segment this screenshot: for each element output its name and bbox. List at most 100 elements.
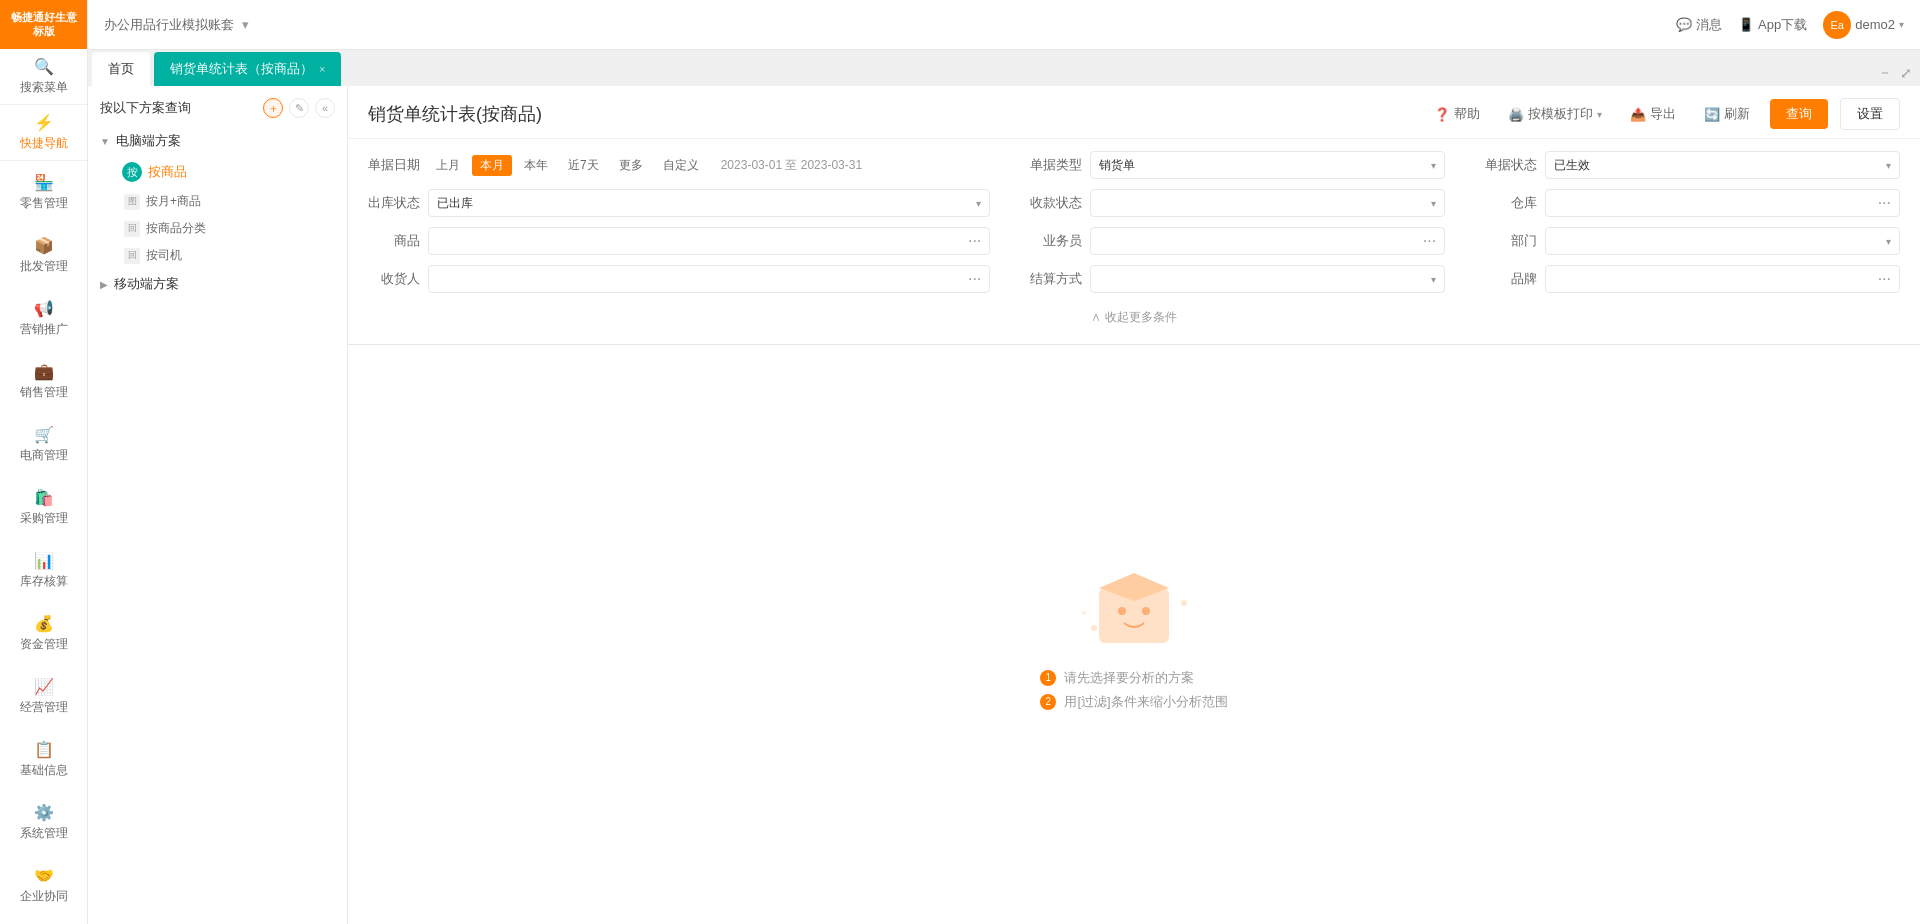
print-btn[interactable]: 🖨️ 按模板打印 ▾ [1500, 101, 1610, 127]
consignee-more-icon[interactable]: ··· [968, 270, 981, 288]
tab-active[interactable]: 销货单统计表（按商品） × [154, 52, 341, 86]
brand-more-icon[interactable]: ··· [1878, 270, 1891, 288]
brand-input[interactable]: ··· [1545, 265, 1900, 293]
filter-consignee: 收货人 ··· [368, 265, 990, 293]
sidebar-item-inventory[interactable]: 📊 库存核算 [0, 539, 87, 602]
filter-payment: 结算方式 ▾ [1030, 265, 1445, 293]
warehouse-more-icon[interactable]: ··· [1878, 194, 1891, 212]
refresh-btn[interactable]: 🔄 刷新 [1696, 101, 1758, 127]
export-btn[interactable]: 📤 导出 [1622, 101, 1684, 127]
sidebar-item-corp[interactable]: 🤝 企业协同 [0, 854, 87, 917]
warehouse-input[interactable]: ··· [1545, 189, 1900, 217]
date-pill-7days[interactable]: 近7天 [560, 155, 607, 176]
date-pill-thisyear[interactable]: 本年 [516, 155, 556, 176]
add-scheme-btn[interactable]: ＋ [263, 98, 283, 118]
export-icon: 📤 [1630, 107, 1646, 122]
date-pill-custom[interactable]: 自定义 [655, 155, 707, 176]
sidebar-item-retail[interactable]: 🏪 零售管理 [0, 161, 87, 224]
goods-input[interactable]: ··· [428, 227, 990, 255]
message-label: 消息 [1696, 16, 1722, 34]
sidebar-purchase-label: 采购管理 [20, 510, 68, 527]
receiptstatus-label: 收款状态 [1030, 194, 1082, 212]
page-header: 销货单统计表(按商品) ❓ 帮助 🖨️ 按模板打印 ▾ 📤 导出 [348, 86, 1920, 139]
sidebar-item-system[interactable]: ⚙️ 系统管理 [0, 791, 87, 854]
date-pill-lastmonth[interactable]: 上月 [428, 155, 468, 176]
sidebar-item-ecommerce[interactable]: 🛒 电商管理 [0, 413, 87, 476]
staff-more-icon[interactable]: ··· [1423, 232, 1436, 250]
tree-arrow-pc: ▼ [100, 136, 110, 147]
content-area: 按以下方案查询 ＋ ✎ « ▼ 电脑端方案 按 按商品 图 按月+商品 [88, 86, 1920, 924]
sidebar-item-basic[interactable]: 📋 基础信息 [0, 728, 87, 791]
empty-hint-1: 1 请先选择要分析的方案 [1040, 669, 1227, 687]
date-pill-more[interactable]: 更多 [611, 155, 651, 176]
page-title: 销货单统计表(按商品) [368, 102, 542, 126]
consignee-input[interactable]: ··· [428, 265, 990, 293]
topbar-left: 办公用品行业模拟账套 ▾ [104, 16, 249, 34]
tree-child-by-category[interactable]: 回 按商品分类 [112, 215, 347, 242]
tree-section-mobile[interactable]: ▶ 移动端方案 [88, 269, 347, 299]
outstatus-label: 出库状态 [368, 194, 420, 212]
tab-home-label: 首页 [108, 61, 134, 76]
app-download-btn[interactable]: 📱 App下载 [1738, 16, 1807, 34]
query-btn[interactable]: 查询 [1770, 99, 1828, 129]
sidebar-basic-label: 基础信息 [20, 762, 68, 779]
help-label: 帮助 [1454, 105, 1480, 123]
ecommerce-icon: 🛒 [34, 425, 54, 444]
tree-child-by-driver[interactable]: 回 按司机 [112, 242, 347, 269]
goods-more-icon[interactable]: ··· [968, 232, 981, 250]
help-btn[interactable]: ❓ 帮助 [1426, 101, 1488, 127]
collapse-btn[interactable]: ∧ 收起更多条件 [368, 303, 1900, 332]
sidebar-search-label: 搜索菜单 [20, 79, 68, 96]
left-panel-header: 按以下方案查询 ＋ ✎ « [88, 98, 347, 126]
corp-icon: 🤝 [34, 866, 54, 885]
outstatus-select[interactable]: 已出库 ▾ [428, 189, 990, 217]
sidebar-item-operations[interactable]: 📈 经营管理 [0, 665, 87, 728]
tab-home[interactable]: 首页 [92, 52, 150, 86]
docstatus-value: 已生效 [1554, 157, 1590, 174]
sidebar-item-purchase[interactable]: 🛍️ 采购管理 [0, 476, 87, 539]
sidebar-item-quicknav[interactable]: ⚡ 快捷导航 [0, 105, 87, 161]
basic-icon: 📋 [34, 740, 54, 759]
svg-point-1 [1118, 607, 1126, 615]
collapse-panel-btn[interactable]: « [315, 98, 335, 118]
sidebar-item-sales[interactable]: 💼 销售管理 [0, 350, 87, 413]
topbar: 办公用品行业模拟账套 ▾ 💬 消息 📱 App下载 Ea demo2 ▾ [88, 0, 1920, 50]
sidebar-item-marketing[interactable]: 📢 营销推广 [0, 287, 87, 350]
sidebar-wholesale-label: 批发管理 [20, 258, 68, 275]
sidebar: 畅捷通好生意 标版 🔍 搜索菜单 ⚡ 快捷导航 🏪 零售管理 📦 批发管理 📢 … [0, 0, 88, 924]
payment-select[interactable]: ▾ [1090, 265, 1445, 293]
edit-scheme-btn[interactable]: ✎ [289, 98, 309, 118]
tab-close-icon[interactable]: × [319, 63, 325, 75]
window-minimize-btn[interactable]: － [1878, 64, 1892, 82]
sidebar-item-wholesale[interactable]: 📦 批发管理 [0, 224, 87, 287]
goods-label: 商品 [368, 232, 420, 250]
username-label: demo2 [1855, 17, 1895, 32]
svg-point-4 [1082, 611, 1086, 615]
settings-btn[interactable]: 设置 [1840, 98, 1900, 130]
sidebar-system-label: 系统管理 [20, 825, 68, 842]
staff-input[interactable]: ··· [1090, 227, 1445, 255]
workspace-dropdown-icon[interactable]: ▾ [242, 17, 249, 32]
receiptstatus-select[interactable]: ▾ [1090, 189, 1445, 217]
empty-state: 1 请先选择要分析的方案 2 用[过滤]条件来缩小分析范围 [348, 345, 1920, 924]
refresh-label: 刷新 [1724, 105, 1750, 123]
message-btn[interactable]: 💬 消息 [1676, 16, 1722, 34]
tree-node-by-goods[interactable]: 按 按商品 [88, 156, 347, 188]
user-avatar-area[interactable]: Ea demo2 ▾ [1823, 11, 1904, 39]
tree-child-by-month-goods[interactable]: 图 按月+商品 [112, 188, 347, 215]
window-maximize-btn[interactable]: ⤢ [1900, 65, 1912, 81]
empty-hint-2: 2 用[过滤]条件来缩小分析范围 [1040, 693, 1227, 711]
staff-label: 业务员 [1030, 232, 1082, 250]
doctype-select[interactable]: 销货单 ▾ [1090, 151, 1445, 179]
sidebar-item-search[interactable]: 🔍 搜索菜单 [0, 49, 87, 105]
purchase-icon: 🛍️ [34, 488, 54, 507]
svg-point-5 [1181, 600, 1187, 606]
date-pill-thismonth[interactable]: 本月 [472, 155, 512, 176]
dept-select[interactable]: ▾ [1545, 227, 1900, 255]
sales-icon: 💼 [34, 362, 54, 381]
filter-brand: 品牌 ··· [1485, 265, 1900, 293]
sidebar-item-finance[interactable]: 💰 资金管理 [0, 602, 87, 665]
sidebar-item-newguide[interactable]: 🌟 新手引导 [0, 917, 87, 924]
dept-dropdown-icon: ▾ [1886, 236, 1891, 247]
docstatus-select[interactable]: 已生效 ▾ [1545, 151, 1900, 179]
